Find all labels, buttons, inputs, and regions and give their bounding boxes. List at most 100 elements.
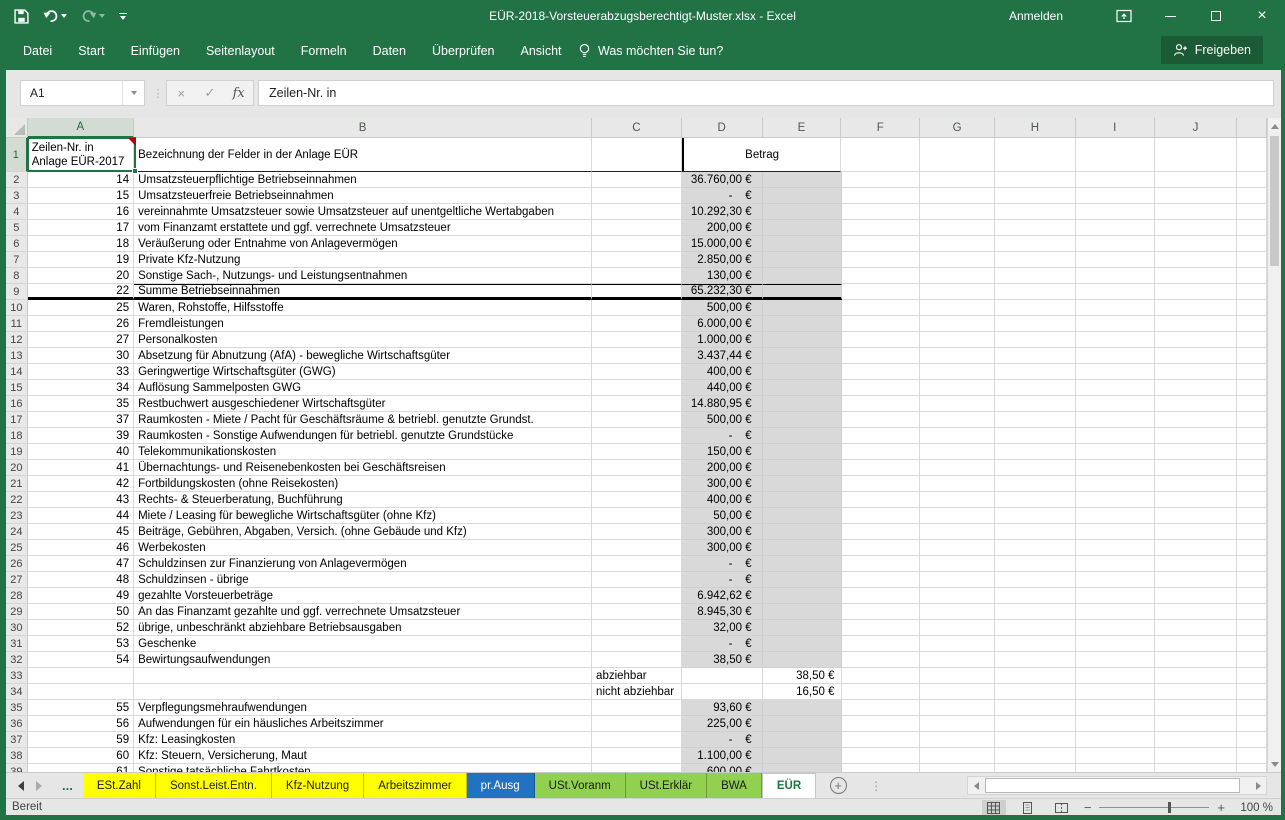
cell-J26[interactable] [1154,556,1238,572]
cell-E6[interactable] [762,236,842,252]
cell-D9[interactable]: 65.232,30 € [681,284,763,300]
cell-C29[interactable] [592,604,682,620]
cell-partial-8[interactable] [1237,268,1267,284]
cell-partial-5[interactable] [1237,220,1267,236]
cell-A4[interactable]: 16 [27,204,135,220]
cell-F9[interactable] [841,284,921,300]
cell-J31[interactable] [1154,636,1238,652]
cell-G3[interactable] [920,188,996,204]
cell-partial-14[interactable] [1237,364,1267,380]
cell-E24[interactable] [762,524,842,540]
cell-A29[interactable]: 50 [27,604,135,620]
cell-A38[interactable]: 60 [27,748,135,764]
next-sheet-button[interactable] [36,780,42,791]
cell-J22[interactable] [1154,492,1238,508]
cell-F14[interactable] [841,364,921,380]
cell-E32[interactable] [762,652,842,668]
horizontal-scrollbar[interactable] [967,776,1267,795]
zoom-in-button[interactable]: + [1217,801,1225,814]
cell-H20[interactable] [995,460,1076,476]
row-header-36[interactable]: 36 [6,716,28,732]
cell-G6[interactable] [920,236,996,252]
ribbon-tab-datei[interactable]: Datei [10,32,65,70]
cell-E38[interactable] [762,748,842,764]
column-header-f[interactable]: F [841,118,921,138]
cell-H18[interactable] [995,428,1076,444]
cell-I11[interactable] [1075,316,1155,332]
cell-B36[interactable]: Aufwendungen für ein häusliches Arbeitsz… [134,716,593,732]
cell-E18[interactable] [762,428,842,444]
row-header-25[interactable]: 25 [6,540,28,556]
cell-D13[interactable]: 3.437,44 € [681,348,763,364]
cell-A26[interactable]: 47 [27,556,135,572]
cell-F4[interactable] [841,204,921,220]
row-header-28[interactable]: 28 [6,588,28,604]
cell-A9[interactable]: 22 [27,284,135,300]
cell-E12[interactable] [762,332,842,348]
cell-J37[interactable] [1154,732,1238,748]
sheet-tab-sonst.leist.entn.[interactable]: Sonst.Leist.Entn. [155,773,272,798]
cell-B10[interactable]: Waren, Rohstoffe, Hilfsstoffe [134,300,593,316]
cell-G18[interactable] [920,428,996,444]
cell-G12[interactable] [920,332,996,348]
cell-J33[interactable] [1154,668,1238,684]
cell-A35[interactable]: 55 [27,700,135,716]
cell-H2[interactable] [995,172,1076,188]
tell-me-box[interactable]: Was möchten Sie tun? [578,32,723,70]
cell-H10[interactable] [995,300,1076,316]
cell-D30[interactable]: 32,00 € [681,620,763,636]
cell-F22[interactable] [841,492,921,508]
cell-G5[interactable] [920,220,996,236]
cell-partial-9[interactable] [1237,284,1267,300]
cell-A8[interactable]: 20 [27,268,135,284]
cell-E26[interactable] [762,556,842,572]
cell-H29[interactable] [995,604,1076,620]
cell-I16[interactable] [1075,396,1155,412]
confirm-entry-icon[interactable]: ✓ [196,85,225,101]
cell-I4[interactable] [1075,204,1155,220]
cell-I34[interactable] [1075,684,1155,700]
cell-H37[interactable] [995,732,1076,748]
cell-D12[interactable]: 1.000,00 € [681,332,763,348]
cell-A3[interactable]: 15 [27,188,135,204]
cell-G28[interactable] [920,588,996,604]
cell-H1[interactable] [995,138,1076,172]
row-header-33[interactable]: 33 [6,668,28,684]
row-header-2[interactable]: 2 [6,172,28,188]
cell-D19[interactable]: 150,00 € [681,444,763,460]
row-header-14[interactable]: 14 [6,364,28,380]
vertical-scrollbar-thumb[interactable] [1270,136,1279,266]
cell-partial-38[interactable] [1237,748,1267,764]
new-sheet-button[interactable]: + [816,773,860,798]
cell-E30[interactable] [762,620,842,636]
minimize-button[interactable] [1147,0,1193,32]
page-layout-view-button[interactable] [1016,800,1040,815]
insert-function-icon[interactable]: fx [224,86,253,101]
cell-D18[interactable]: - € [681,428,763,444]
cell-J10[interactable] [1154,300,1238,316]
cell-F26[interactable] [841,556,921,572]
cell-C20[interactable] [592,460,682,476]
cell-I20[interactable] [1075,460,1155,476]
cell-B28[interactable]: gezahlte Vorsteuerbeträge [134,588,593,604]
cell-I39[interactable] [1076,764,1155,772]
cell-C9[interactable] [592,284,682,300]
cell-B2[interactable]: Umsatzsteuerpflichtige Betriebseinnahmen [134,172,593,188]
cell-partial-32[interactable] [1237,652,1267,668]
cell-J28[interactable] [1154,588,1238,604]
zoom-slider-thumb[interactable] [1167,802,1171,813]
row-header-26[interactable]: 26 [6,556,28,572]
cell-J24[interactable] [1154,524,1238,540]
sheet-tab-ust.voranm[interactable]: USt.Voranm [534,773,626,798]
cell-G39[interactable] [920,764,996,772]
cell-C39[interactable] [592,764,682,772]
cell-C4[interactable] [592,204,682,220]
cell-B22[interactable]: Rechts- & Steuerberatung, Buchführung [134,492,593,508]
cell-C16[interactable] [592,396,682,412]
column-header-d[interactable]: D [681,118,763,138]
maximize-button[interactable] [1193,0,1239,32]
cell-partial-39[interactable] [1237,764,1267,772]
cell-D27[interactable]: - € [681,572,763,588]
cell-H31[interactable] [995,636,1076,652]
cell-F33[interactable] [841,668,921,684]
